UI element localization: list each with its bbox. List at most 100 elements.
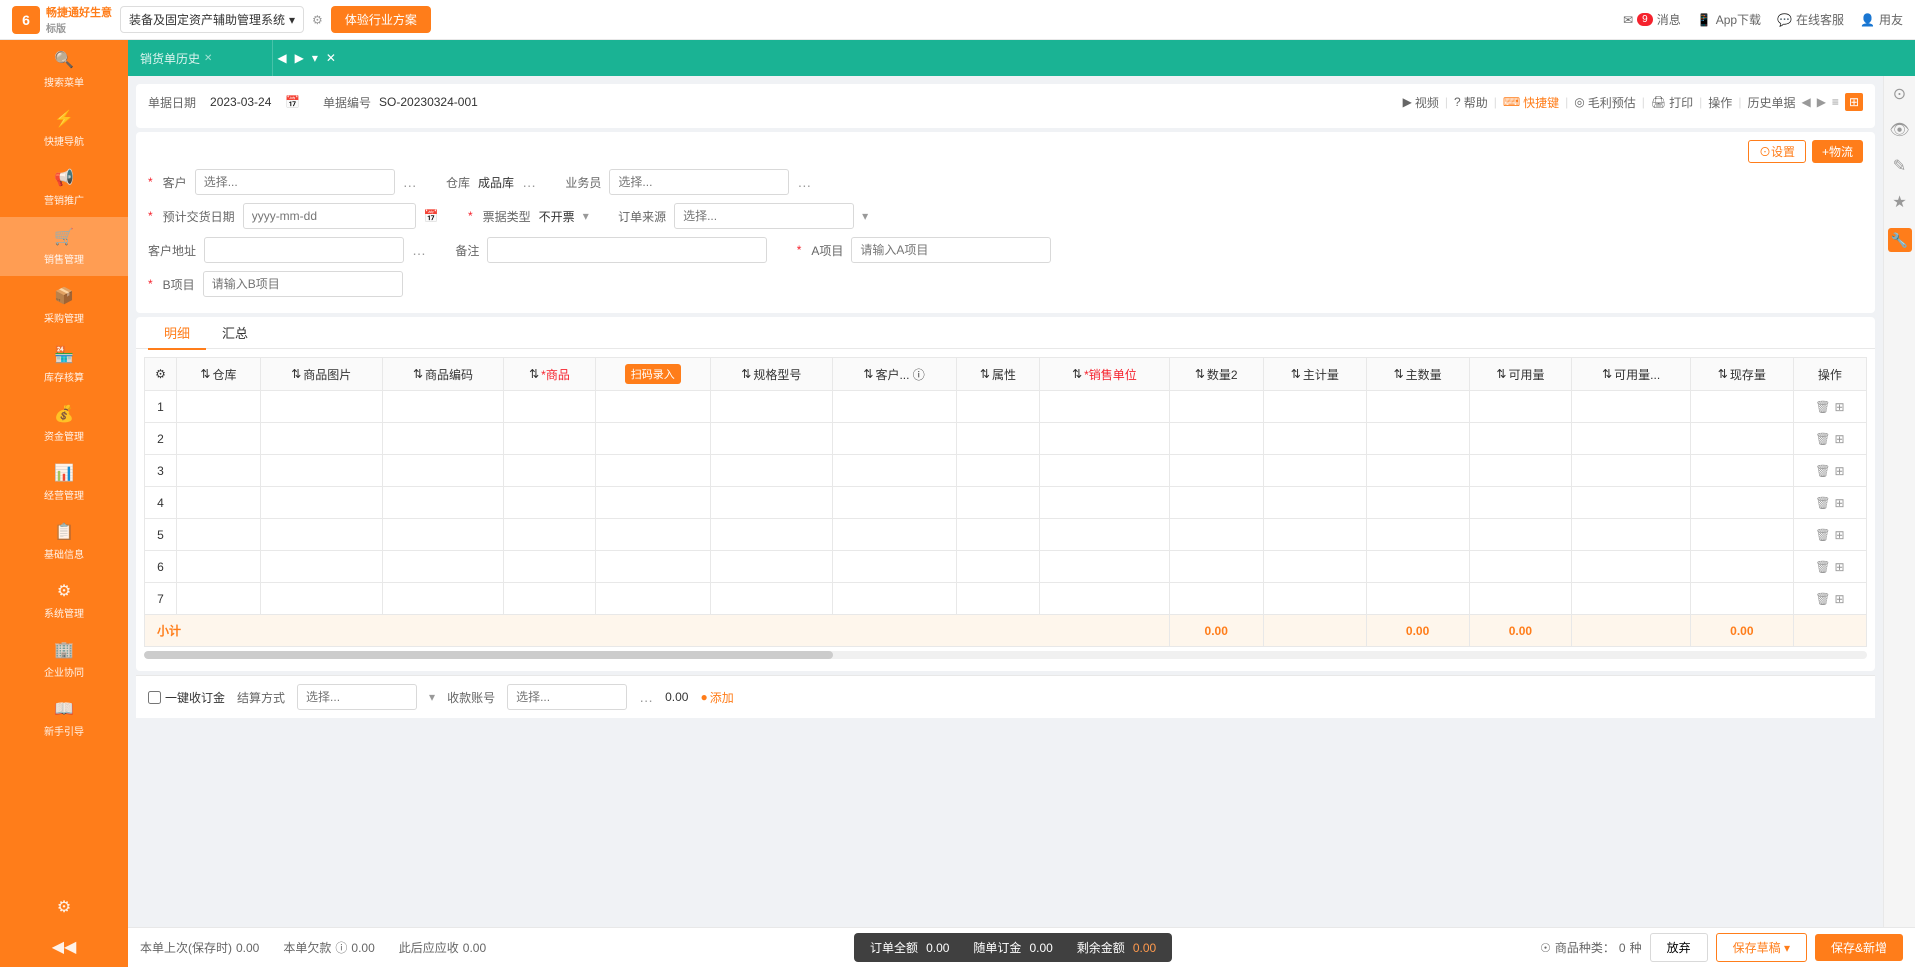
save-btn[interactable]: 保存&新增	[1815, 934, 1903, 961]
sidebar-collapse[interactable]: ◀◀	[0, 927, 128, 967]
row-copy-1[interactable]: ⊞	[1834, 400, 1844, 414]
draft-btn[interactable]: 保存草稿 ▾	[1716, 933, 1807, 962]
customer-input[interactable]	[195, 169, 395, 195]
address-input[interactable]	[204, 237, 404, 263]
sidebar-item-inventory[interactable]: 🏪库存核算	[0, 335, 128, 394]
operations-btn[interactable]: 操作	[1708, 94, 1732, 111]
ticket-dropdown[interactable]: ▾	[583, 209, 589, 223]
history-btn[interactable]: 历史单据	[1747, 94, 1795, 111]
remark-input[interactable]	[487, 237, 767, 263]
sidebar-item-finance[interactable]: 💰资金管理	[0, 394, 128, 453]
tab-returnhist[interactable]: 销货单历史 ✕	[128, 40, 273, 76]
table-scrollbar[interactable]	[144, 651, 1867, 659]
row-copy-7[interactable]: ⊞	[1834, 592, 1844, 606]
address-ellipsis[interactable]: …	[412, 242, 426, 258]
row-delete-4[interactable]: 🗑	[1815, 496, 1830, 510]
order-source-dropdown[interactable]: ▾	[862, 209, 868, 223]
row-copy-5[interactable]: ⊞	[1834, 528, 1844, 542]
sidebar-item-system[interactable]: ⚙系统管理	[0, 571, 128, 630]
system-dropdown[interactable]: 装备及固定资产辅助管理系统 ▾	[120, 6, 304, 33]
tab-summary[interactable]: 汇总	[206, 317, 264, 348]
row-copy-2[interactable]: ⊞	[1834, 432, 1844, 446]
row-delete-7[interactable]: 🗑	[1815, 592, 1830, 606]
draft-dropdown[interactable]: ▾	[1784, 941, 1790, 955]
add-payment-btn[interactable]: ● 添加	[700, 689, 733, 706]
warehouse-ellipsis[interactable]: …	[522, 174, 536, 190]
right-icon-3[interactable]: ✎	[1893, 156, 1906, 176]
online-service[interactable]: 💬 在线客服	[1777, 11, 1844, 28]
sidebar-item-purchase[interactable]: 📦采购管理	[0, 276, 128, 335]
row-copy-3[interactable]: ⊞	[1834, 464, 1844, 478]
sidebar-item-search[interactable]: 🔍搜索菜单	[0, 40, 128, 99]
operations-icon: 📊	[54, 463, 74, 483]
tab-next[interactable]: ▶	[291, 51, 308, 65]
nav-right[interactable]: ▶	[1817, 95, 1826, 109]
delivery-calendar-icon[interactable]: 📅	[424, 209, 439, 223]
profit-btn[interactable]: ◎ 毛利预估	[1574, 94, 1636, 111]
quick-settle-check[interactable]: 一键收订金	[148, 689, 225, 706]
salesman-input[interactable]	[609, 169, 789, 195]
row-copy-6[interactable]: ⊞	[1834, 560, 1844, 574]
view-btn[interactable]: ▶ 视频	[1403, 94, 1439, 111]
grid-view[interactable]: ⊞	[1845, 93, 1863, 111]
list-view[interactable]: ≡	[1832, 95, 1839, 109]
sidebar-item-basic[interactable]: 📋基础信息	[0, 512, 128, 571]
print-btn[interactable]: 🖨 打印	[1651, 94, 1693, 111]
project-a-input[interactable]	[851, 237, 1051, 263]
customer-ellipsis[interactable]: …	[403, 174, 417, 190]
nav-left[interactable]: ◀	[1801, 95, 1810, 109]
app-download[interactable]: 📱 App下载	[1697, 11, 1761, 28]
goods-btn[interactable]: +物流	[1812, 140, 1863, 163]
row-copy-4[interactable]: ⊞	[1834, 496, 1844, 510]
industry-btn[interactable]: 体验行业方案	[331, 6, 431, 33]
tab-menu[interactable]: ▾	[308, 51, 322, 65]
tab-label-returnhist: 销货单历史	[140, 50, 200, 67]
account-ellipsis[interactable]: …	[639, 689, 653, 705]
scan-btn[interactable]: 扫码录入	[625, 364, 681, 384]
sidebar-item-settings[interactable]: ⚙	[0, 887, 128, 927]
discard-btn[interactable]: 放弃	[1650, 933, 1708, 962]
salesman-ellipsis[interactable]: …	[797, 174, 811, 190]
last-save-value: 0.00	[236, 941, 259, 955]
right-icon-1[interactable]: ⊙	[1893, 84, 1906, 104]
setup-btn[interactable]: ⊙设置	[1748, 140, 1806, 163]
sidebar-item-enterprise[interactable]: 🏢企业协同	[0, 630, 128, 689]
sidebar-item-sales[interactable]: 🛒销售管理	[0, 217, 128, 276]
delivery-input[interactable]	[243, 203, 416, 229]
shortcut-btn[interactable]: ⌨ 快捷键	[1503, 94, 1559, 111]
messages-icon-group[interactable]: ✉ 9 消息	[1623, 11, 1681, 28]
sidebar-item-guide[interactable]: 📖新手引导	[0, 689, 128, 748]
add-icon: ●	[700, 690, 707, 704]
sidebar-item-operations[interactable]: 📊经营管理	[0, 453, 128, 512]
tab-prev[interactable]: ◀	[273, 51, 290, 65]
row-delete-5[interactable]: 🗑	[1815, 528, 1830, 542]
right-icon-4[interactable]: ★	[1892, 192, 1906, 212]
row-cell-3-4	[504, 455, 595, 487]
tab-detail[interactable]: 明细	[148, 317, 206, 350]
settings-icon[interactable]: ⚙	[312, 13, 323, 27]
row-delete-6[interactable]: 🗑	[1815, 560, 1830, 574]
project-b-input[interactable]	[203, 271, 403, 297]
top-bar-left: 6 畅捷通好生意 标版 装备及固定资产辅助管理系统 ▾ ⚙ 体验行业方案	[12, 4, 431, 35]
calendar-icon[interactable]: 📅	[285, 95, 300, 109]
sidebar-item-quicknav[interactable]: ⚡快捷导航	[0, 99, 128, 158]
settle-method-input[interactable]	[297, 684, 417, 710]
account-input[interactable]	[507, 684, 627, 710]
right-icon-2[interactable]: 👁	[1889, 120, 1909, 140]
row-delete-3[interactable]: 🗑	[1815, 464, 1830, 478]
right-icon-5[interactable]: 🔧	[1888, 228, 1912, 252]
user-menu[interactable]: 👤 用友	[1860, 11, 1903, 28]
th-settings[interactable]: ⚙	[145, 358, 177, 391]
row-cell-7-4	[504, 583, 595, 615]
order-source-input[interactable]	[674, 203, 854, 229]
row-delete-2[interactable]: 🗑	[1815, 432, 1830, 446]
row-cell-2-6	[710, 423, 832, 455]
tab-close-all[interactable]: ✕	[322, 51, 340, 65]
row-delete-1[interactable]: 🗑	[1815, 400, 1830, 414]
quick-settle-checkbox[interactable]	[148, 691, 161, 704]
tab-close-returnhist[interactable]: ✕	[204, 53, 212, 64]
settle-dropdown[interactable]: ▾	[429, 690, 435, 704]
sidebar-item-marketing[interactable]: 📢营销推广	[0, 158, 128, 217]
help-btn[interactable]: ? 帮助	[1454, 94, 1488, 111]
th-scan[interactable]: 扫码录入	[595, 358, 710, 391]
